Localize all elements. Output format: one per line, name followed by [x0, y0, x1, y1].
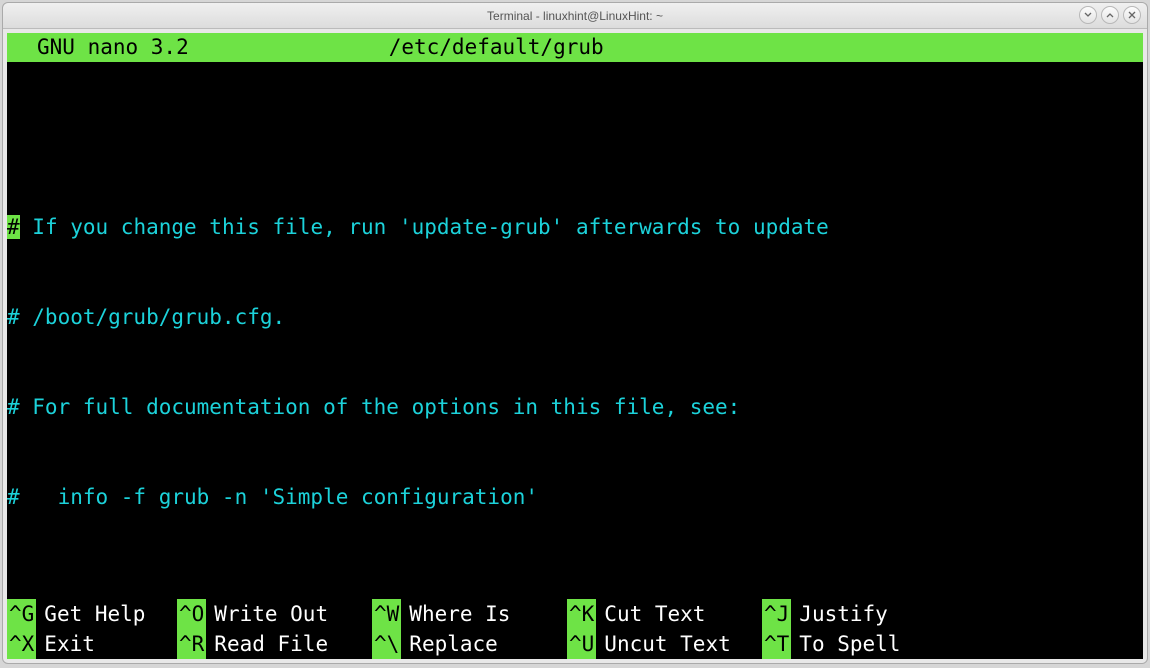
nano-filename: /etc/default/grub: [189, 33, 1143, 62]
maximize-button[interactable]: [1101, 6, 1119, 24]
shortcut-readfile[interactable]: ^RRead File: [177, 629, 372, 659]
footer-row: ^GGet Help ^OWrite Out ^WWhere Is ^KCut …: [7, 599, 1143, 629]
shortcut-replace[interactable]: ^\Replace: [372, 629, 567, 659]
editor-line: [7, 572, 1143, 602]
nano-header: GNU nano 3.2 /etc/default/grub: [7, 33, 1143, 62]
minimize-button[interactable]: [1079, 6, 1097, 24]
nano-version: GNU nano 3.2: [37, 33, 189, 62]
shortcut-exit[interactable]: ^XExit: [7, 629, 177, 659]
nano-footer: ^GGet Help ^OWrite Out ^WWhere Is ^KCut …: [7, 599, 1143, 659]
shortcut-cut[interactable]: ^KCut Text: [567, 599, 762, 629]
shortcut-uncut[interactable]: ^UUncut Text: [567, 629, 762, 659]
terminal[interactable]: GNU nano 3.2 /etc/default/grub # If you …: [7, 33, 1143, 659]
editor-line: # For full documentation of the options …: [7, 392, 1143, 422]
titlebar[interactable]: Terminal - linuxhint@LinuxHint: ~: [3, 3, 1147, 29]
window-title: Terminal - linuxhint@LinuxHint: ~: [487, 9, 663, 23]
editor-line: # info -f grub -n 'Simple configuration': [7, 482, 1143, 512]
editor-line: [7, 122, 1143, 152]
shortcut-justify[interactable]: ^JJustify: [762, 599, 942, 629]
shortcut-writeout[interactable]: ^OWrite Out: [177, 599, 372, 629]
editor-content[interactable]: # If you change this file, run 'update-g…: [7, 62, 1143, 659]
window-controls: [1079, 6, 1141, 24]
close-button[interactable]: [1123, 6, 1141, 24]
editor-line: # /boot/grub/grub.cfg.: [7, 302, 1143, 332]
shortcut-help[interactable]: ^GGet Help: [7, 599, 177, 629]
footer-row: ^XExit ^RRead File ^\Replace ^UUncut Tex…: [7, 629, 1143, 659]
cursor: #: [7, 215, 20, 239]
editor-line: # If you change this file, run 'update-g…: [7, 212, 1143, 242]
shortcut-whereis[interactable]: ^WWhere Is: [372, 599, 567, 629]
shortcut-tospell[interactable]: ^TTo Spell: [762, 629, 942, 659]
window-frame: Terminal - linuxhint@LinuxHint: ~ GNU na…: [2, 2, 1148, 664]
